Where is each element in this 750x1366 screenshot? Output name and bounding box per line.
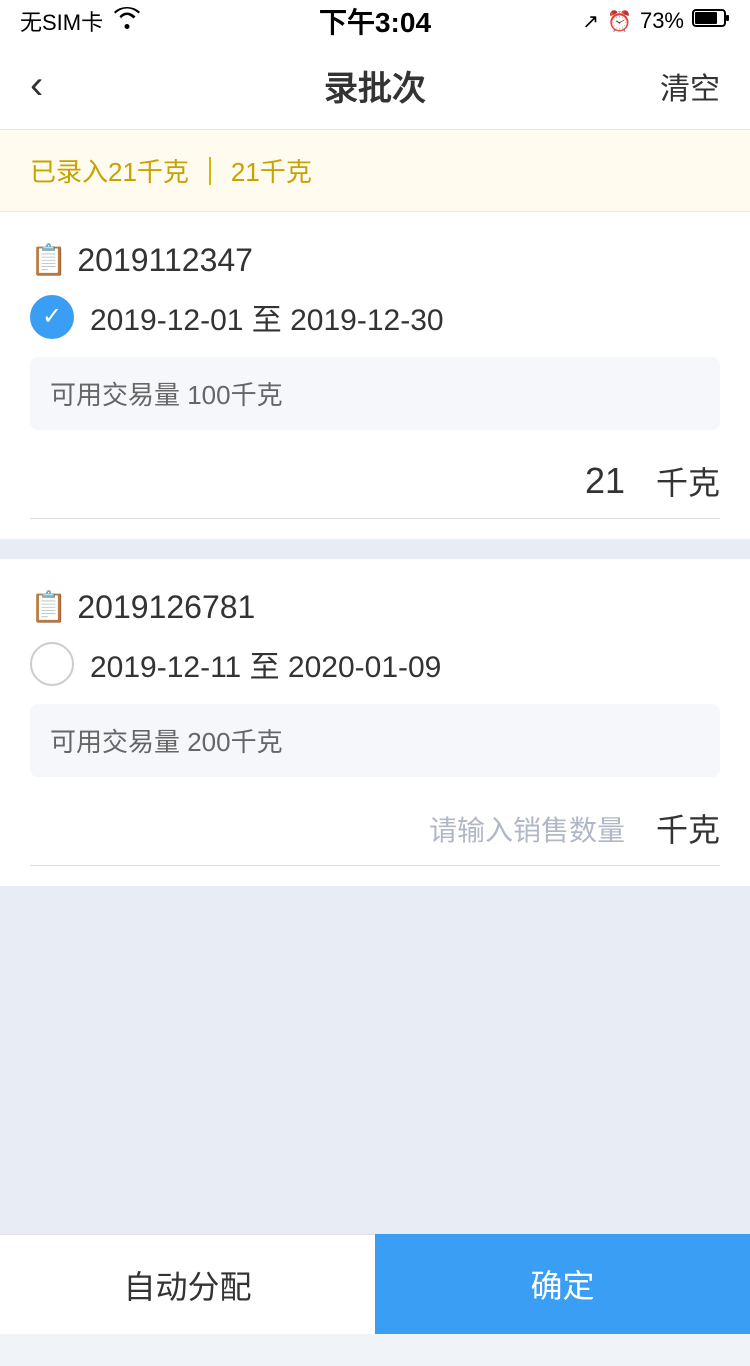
batch-input-row-2: 千克 <box>30 795 720 866</box>
confirm-button[interactable]: 确定 <box>375 1234 750 1334</box>
status-left: 无SIM卡 <box>20 5 141 37</box>
empty-area <box>0 906 750 1266</box>
battery-text: 73% <box>640 8 684 34</box>
clear-button[interactable]: 清空 <box>660 64 720 108</box>
summary-total: 21千克 <box>231 152 312 189</box>
page-title: 录批次 <box>324 61 426 110</box>
batch-input-row-1: 千克 <box>30 448 720 519</box>
batch-radio-1[interactable]: ✓ <box>30 295 74 339</box>
status-time: 下午3:04 <box>319 1 431 41</box>
nav-bar: ‹ 录批次 清空 <box>0 42 750 130</box>
batch-id-icon-1: 📋 <box>30 243 67 278</box>
batch-header-1: 📋 2019112347 <box>30 242 720 279</box>
batch-date-2: 2019-12-11 至 2020-01-09 <box>90 642 441 686</box>
batch-available-1: 可用交易量 100千克 <box>30 357 720 430</box>
content-wrapper: 📋 2019112347 ✓ 2019-12-01 至 2019-12-30 可… <box>0 212 750 1366</box>
back-button[interactable]: ‹ <box>30 63 90 108</box>
batch-date-1: 2019-12-01 至 2019-12-30 <box>90 295 444 339</box>
summary-recorded: 已录入21千克 <box>30 152 189 189</box>
status-bar: 无SIM卡 下午3:04 ↗ ⏰ 73% <box>0 0 750 42</box>
batch-unit-2: 千克 <box>656 805 720 851</box>
alarm-icon: ⏰ <box>607 9 632 34</box>
batch-header-2: 📋 2019126781 <box>30 589 720 626</box>
batch-id-1: 2019112347 <box>77 242 253 279</box>
wifi-icon <box>113 7 141 35</box>
batch-unit-1: 千克 <box>656 458 720 504</box>
auto-distribute-button[interactable]: 自动分配 <box>0 1234 375 1334</box>
batch-id-2: 2019126781 <box>77 589 255 626</box>
section-separator-1 <box>0 539 750 559</box>
batch-quantity-input-1[interactable] <box>175 460 640 502</box>
location-icon: ↗ <box>582 9 599 34</box>
batch-card-2: 📋 2019126781 2019-12-11 至 2020-01-09 可用交… <box>0 559 750 886</box>
status-right: ↗ ⏰ 73% <box>582 8 730 34</box>
summary-bar: 已录入21千克 21千克 <box>0 130 750 212</box>
bottom-bar: 自动分配 确定 <box>0 1234 750 1334</box>
batch-quantity-input-2[interactable] <box>175 807 640 849</box>
battery-icon <box>692 8 730 34</box>
batch-date-row-2: 2019-12-11 至 2020-01-09 <box>30 642 720 686</box>
batch-available-2: 可用交易量 200千克 <box>30 704 720 777</box>
section-separator-2 <box>0 886 750 906</box>
batch-id-icon-2: 📋 <box>30 590 67 625</box>
batch-radio-2[interactable] <box>30 642 74 686</box>
carrier-text: 无SIM卡 <box>20 5 103 37</box>
summary-divider <box>209 157 211 185</box>
batch-card-1: 📋 2019112347 ✓ 2019-12-01 至 2019-12-30 可… <box>0 212 750 539</box>
check-icon-1: ✓ <box>42 305 62 329</box>
batch-date-row-1: ✓ 2019-12-01 至 2019-12-30 <box>30 295 720 339</box>
